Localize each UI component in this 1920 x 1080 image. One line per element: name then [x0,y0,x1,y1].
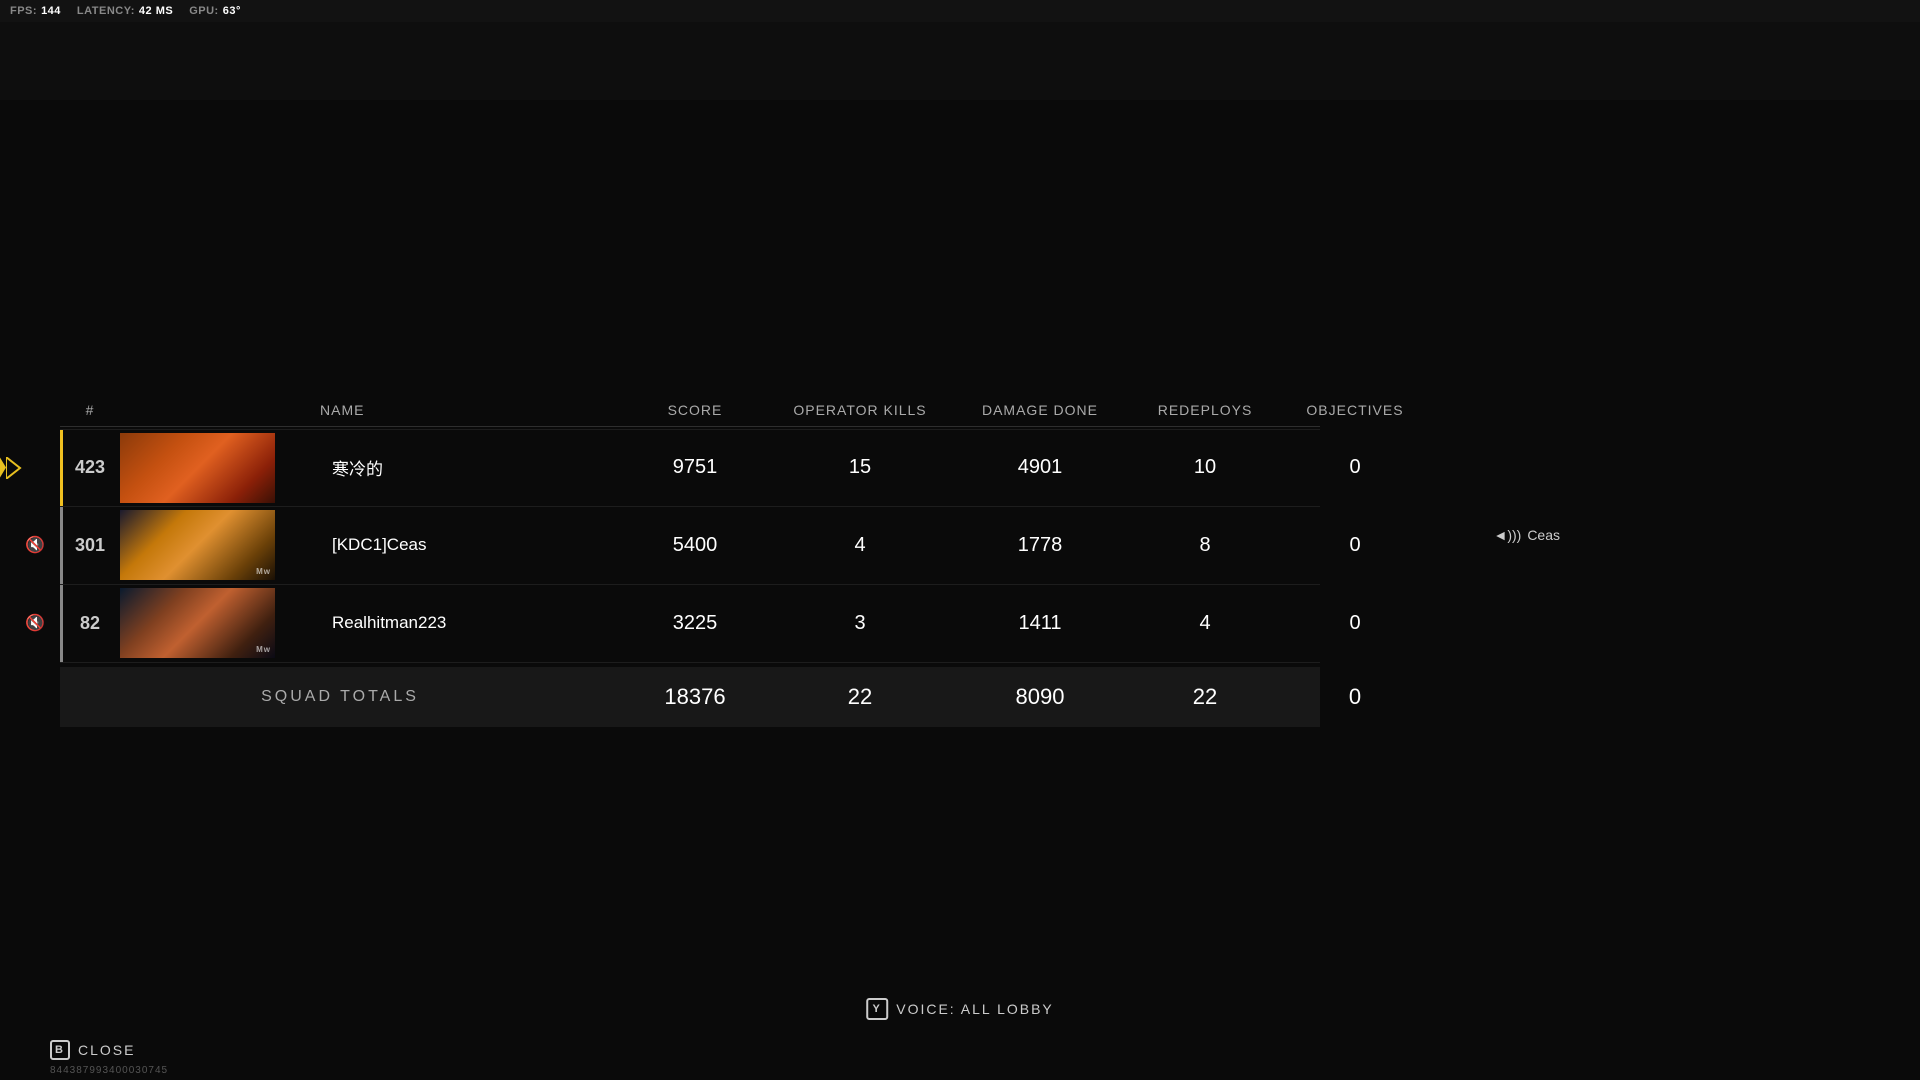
mw-logo-2: Mᴡ [256,645,271,654]
session-id: 844387993400030745 [50,1065,168,1076]
player-thumb-2: Mᴡ [120,510,275,580]
rank-3: 82 [60,613,120,634]
voice-ceas-indicator: ◄))) Ceas [1493,527,1560,543]
squad-totals-row: SQUAD TOTALS 18376 22 8090 22 0 [60,667,1320,727]
gpu-value: 63° [223,5,241,17]
voice-button[interactable]: Y [866,998,888,1020]
col-redeploys: Redeploys [1130,402,1280,418]
totals-label: SQUAD TOTALS [60,688,620,706]
redeploys-2: 8 [1130,534,1280,557]
you-arrow-icon [6,457,24,479]
redeploys-3: 4 [1130,612,1280,635]
kills-3: 3 [770,612,950,635]
latency-stat: LATENCY: 42 MS [77,5,173,17]
gpu-label: GPU: [189,5,219,17]
totals-redeploys: 22 [1130,684,1280,710]
score-2: 5400 [620,534,770,557]
objectives-1: 0 [1280,456,1430,479]
col-objectives: Objectives [1280,402,1430,418]
col-damage: Damage Done [950,402,1130,418]
player-name-2: [KDC1]Ceas [320,535,620,555]
voice-waves-icon: ◄))) [1493,527,1521,543]
fps-label: FPS: [10,5,37,17]
damage-3: 1411 [950,612,1130,635]
totals-kills: 22 [770,684,950,710]
objectives-2: 0 [1280,534,1430,557]
col-score: Score [620,402,770,418]
col-thumb [120,402,320,418]
b-key: B [50,1040,70,1060]
voice-indicator: Y VOICE: ALL LOBBY [866,998,1054,1020]
mute-icon[interactable]: 🔇 [25,535,45,555]
score-1: 9751 [620,456,770,479]
col-name: Name [320,402,620,418]
close-label: CLOSE [78,1042,135,1058]
scoreboard: # Name Score Operator Kills Damage Done … [60,394,1320,727]
ceas-name: Ceas [1527,527,1560,543]
player-row: 🔇 301 Mᴡ [KDC1]Ceas 5400 4 1778 8 0 [60,507,1320,585]
redeploys-1: 10 [1130,456,1280,479]
mw-logo: Mᴡ [256,567,271,576]
player-rows-section: You 423 寒冷的 9751 15 4901 10 0 [60,429,1320,663]
gpu-stat: GPU: 63° [189,5,241,17]
player-name-3: Realhitman223 [320,613,620,633]
damage-2: 1778 [950,534,1130,557]
totals-objectives: 0 [1280,684,1430,710]
fps-value: 144 [41,5,61,17]
table-header: # Name Score Operator Kills Damage Done … [60,394,1320,427]
col-hash: # [60,402,120,418]
b-label: B [55,1044,65,1056]
voice-key: Y [873,1003,882,1015]
player-thumb-3: Mᴡ [120,588,275,658]
kills-2: 4 [770,534,950,557]
latency-value: 42 MS [139,5,173,17]
close-button[interactable]: B CLOSE [50,1040,135,1060]
damage-1: 4901 [950,456,1130,479]
rank-1: 423 [60,457,120,478]
totals-score: 18376 [620,684,770,710]
player-row: You 423 寒冷的 9751 15 4901 10 0 [60,429,1320,507]
score-3: 3225 [620,612,770,635]
player-name-1: 寒冷的 [320,455,620,480]
player-thumb-1 [120,433,275,503]
objectives-3: 0 [1280,612,1430,635]
you-badge-wrapper: You [0,454,24,482]
col-op-kills: Operator Kills [770,402,950,418]
rank-2: 301 [60,535,120,556]
top-area [0,22,1920,100]
voice-label: VOICE: ALL LOBBY [896,1001,1054,1017]
fps-stat: FPS: 144 [10,5,61,17]
totals-damage: 8090 [950,684,1130,710]
kills-1: 15 [770,456,950,479]
hud-bar: FPS: 144 LATENCY: 42 MS GPU: 63° [0,0,1920,22]
mute-icon-2[interactable]: 🔇 [25,613,45,633]
main-content: # Name Score Operator Kills Damage Done … [0,100,1920,1020]
latency-label: LATENCY: [77,5,135,17]
player-row: 🔇 82 Mᴡ Realhitman223 3225 3 1411 4 0 [60,585,1320,663]
